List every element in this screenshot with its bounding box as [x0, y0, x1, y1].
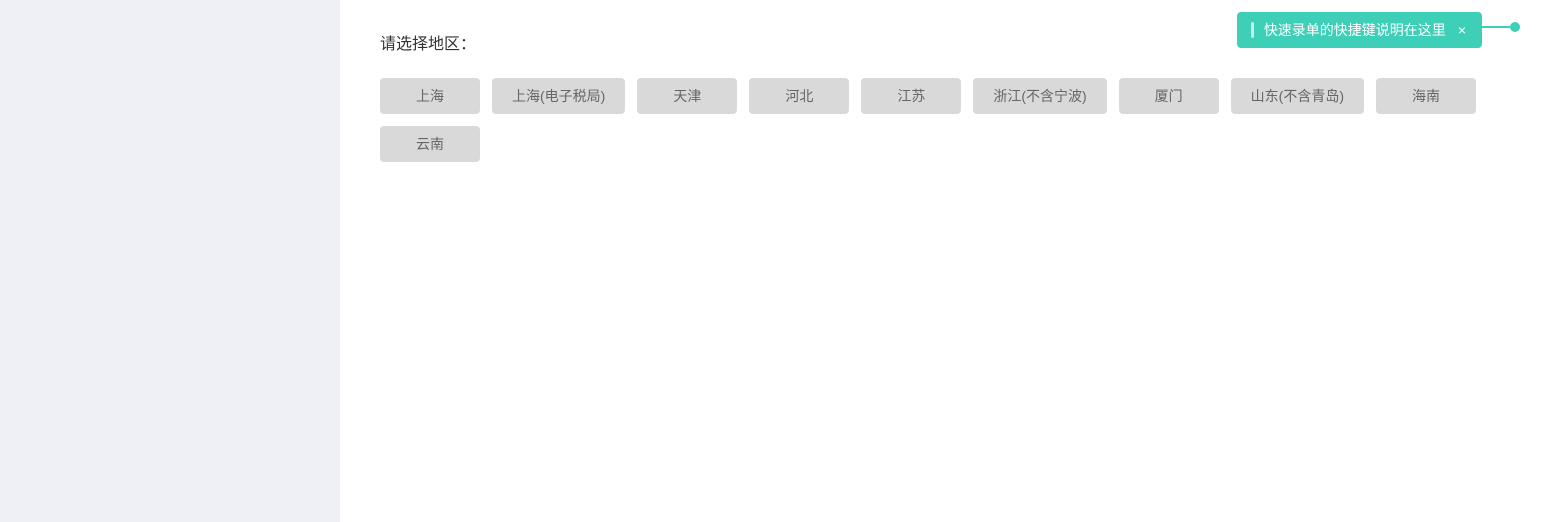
region-button-shanghai-etax[interactable]: 上海(电子税局)	[492, 78, 625, 114]
tooltip-close-button[interactable]: ×	[1456, 22, 1468, 38]
region-button-shanghai[interactable]: 上海	[380, 78, 480, 114]
region-button-jiangsu[interactable]: 江苏	[861, 78, 961, 114]
region-button-hebei[interactable]: 河北	[749, 78, 849, 114]
tooltip-bar	[1251, 22, 1254, 38]
tooltip-dot	[1510, 22, 1520, 32]
region-buttons: 上海上海(电子税局) 天津河北江苏浙江(不含宁波) 厦门山东(不含青岛) 海南云南	[380, 78, 1522, 162]
region-button-tianjin[interactable]: 天津	[637, 78, 737, 114]
tooltip-line	[1480, 26, 1510, 28]
sidebar	[0, 0, 340, 522]
tooltip-text: 快速录单的快捷键说明在这里	[1264, 20, 1446, 40]
region-button-xiamen[interactable]: 厦门	[1119, 78, 1219, 114]
region-button-hainan[interactable]: 海南	[1376, 78, 1476, 114]
region-button-shandong[interactable]: 山东(不含青岛)	[1231, 78, 1364, 114]
main-content: 请选择地区： 上海上海(电子税局)天津河北江苏浙江(不含宁波)厦门山东(不含青岛…	[340, 0, 1562, 522]
region-button-yunnan[interactable]: 云南	[380, 126, 480, 162]
tooltip-banner: 快速录单的快捷键说明在这里 ×	[1237, 12, 1482, 48]
region-button-zhejiang[interactable]: 浙江(不含宁波)	[973, 78, 1106, 114]
